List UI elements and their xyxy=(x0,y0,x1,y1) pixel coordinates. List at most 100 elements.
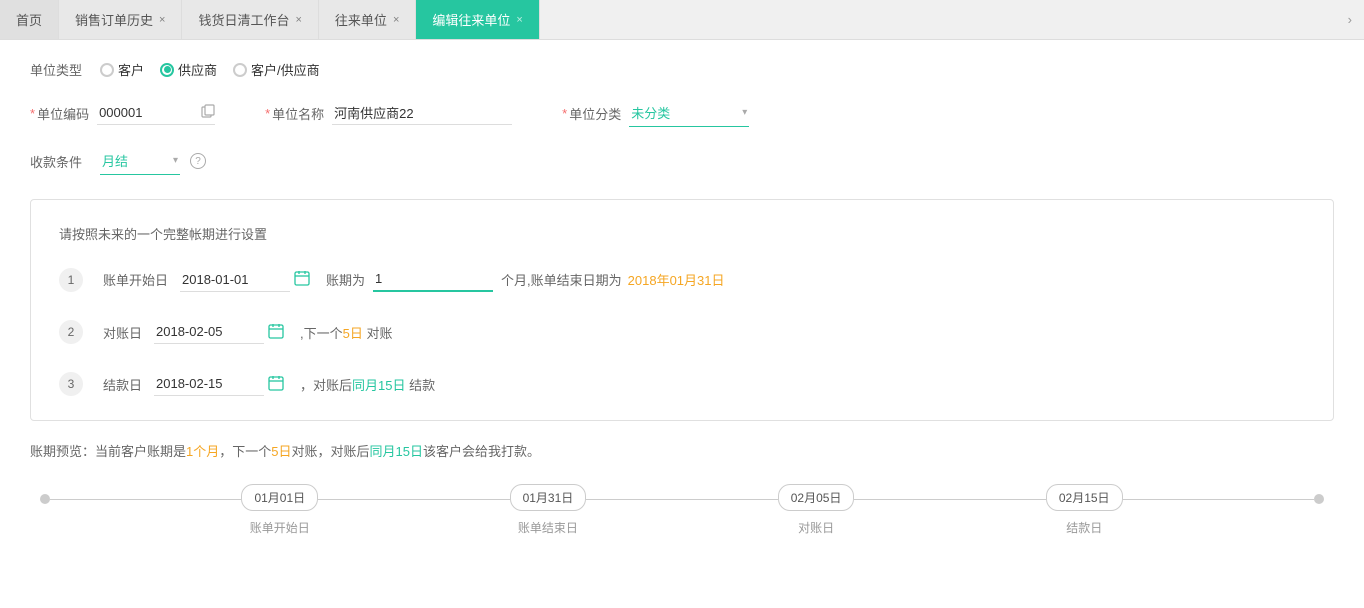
dot-end xyxy=(1314,494,1324,504)
tab-edit-counterparty-close[interactable]: × xyxy=(516,14,522,26)
billing-start-date[interactable] xyxy=(180,268,290,292)
timeline-label-1: 账单开始日 xyxy=(250,519,310,536)
preview-part1: 1个月 xyxy=(186,444,219,459)
tab-home[interactable]: 首页 xyxy=(0,0,59,39)
payment-suffix: 结款 xyxy=(406,375,436,394)
period-unit: 个月,账单结束日期为 xyxy=(501,270,622,289)
tab-home-label: 首页 xyxy=(16,10,42,29)
timeline-node-3: 02月05日 对账日 xyxy=(778,484,855,536)
payment-terms-select[interactable]: 月结 ▾ xyxy=(100,147,180,175)
timeline-container: 01月01日 账单开始日 01月31日 账单结束日 02月05日 对账日 02月… xyxy=(30,484,1334,536)
dot-start xyxy=(40,494,50,504)
reconcile-prefix: ,下一个 xyxy=(300,323,343,342)
preview-part3: 同月15日 xyxy=(370,444,423,459)
section-instruction: 请按照未来的一个完整帐期进行设置 xyxy=(59,224,1305,243)
billing-start-label: 账单开始日 xyxy=(103,270,168,289)
timeline-label-2: 账单结束日 xyxy=(518,519,578,536)
row-num-1: 1 xyxy=(59,268,83,292)
payment-terms-row: 收款条件 月结 ▾ ? xyxy=(30,147,1334,175)
radio-customer-label: 客户 xyxy=(118,60,144,79)
unit-name-star: * xyxy=(265,106,270,121)
preview-sep2: 对账，对账后 xyxy=(292,444,370,459)
tab-bar: 首页 销售订单历史 × 钱货日清工作台 × 往来单位 × 编辑往来单位 × › xyxy=(0,0,1364,40)
payment-terms-value: 月结 xyxy=(102,151,173,170)
preview-part2: 5日 xyxy=(271,444,291,459)
radio-supplier[interactable]: 供应商 xyxy=(160,60,217,79)
unit-category-group: * 单位分类 未分类 ▾ xyxy=(562,99,749,127)
timeline-label-4: 结款日 xyxy=(1066,519,1102,536)
chevron-down-icon2: ▾ xyxy=(173,155,178,166)
help-icon[interactable]: ? xyxy=(190,153,206,169)
reconcile-date[interactable] xyxy=(154,320,264,344)
row-num-3: 3 xyxy=(59,372,83,396)
copy-icon[interactable] xyxy=(201,104,215,121)
unit-info-row: * 单位编码 * 单位名称 * 单位分类 未分类 ▾ xyxy=(30,99,1334,127)
unit-code-input[interactable] xyxy=(97,101,197,124)
unit-name-input[interactable] xyxy=(332,101,512,125)
settings-section: 请按照未来的一个完整帐期进行设置 1 账单开始日 账期为 个月,账单结束日期为 … xyxy=(30,199,1334,421)
radio-customer[interactable]: 客户 xyxy=(100,60,144,79)
tab-counterparty-label: 往来单位 xyxy=(335,10,387,29)
radio-both-circle xyxy=(233,63,247,77)
preview-text: 账期预览：当前客户账期是1个月，下一个5日对账，对账后同月15日该客户会给我打款… xyxy=(30,441,1334,460)
timeline-end-dot xyxy=(1314,484,1324,504)
period-label: 账期为 xyxy=(326,270,365,289)
chevron-down-icon: ▾ xyxy=(742,107,747,118)
calendar-icon-1[interactable] xyxy=(294,270,310,289)
timeline-line-3 xyxy=(586,499,777,500)
timeline-badge-3: 02月05日 xyxy=(778,484,855,511)
payment-terms-label: 收款条件 xyxy=(30,152,82,171)
unit-name-label: 单位名称 xyxy=(272,104,324,123)
timeline-label-3: 对账日 xyxy=(798,519,834,536)
unit-category-label: 单位分类 xyxy=(569,104,621,123)
unit-code-label: 单位编码 xyxy=(37,104,89,123)
payment-day: 同月15日 xyxy=(352,375,405,394)
timeline-line-2 xyxy=(318,499,509,500)
calendar-icon-2[interactable] xyxy=(268,323,284,342)
payment-prefix: ，对账后 xyxy=(300,375,352,394)
radio-both[interactable]: 客户/供应商 xyxy=(233,60,320,79)
payment-date[interactable] xyxy=(154,372,264,396)
calendar-icon-3[interactable] xyxy=(268,375,284,394)
reconcile-label: 对账日 xyxy=(103,323,142,342)
tab-counterparty[interactable]: 往来单位 × xyxy=(319,0,416,39)
preview-suffix: 该客户会给我打款。 xyxy=(423,444,540,459)
tab-more-button[interactable]: › xyxy=(1336,0,1364,39)
timeline-badge-1: 01月01日 xyxy=(241,484,318,511)
timeline-node-4: 02月15日 结款日 xyxy=(1046,484,1123,536)
unit-code-star: * xyxy=(30,106,35,121)
timeline-node-2: 01月31日 账单结束日 xyxy=(510,484,587,536)
payment-label: 结款日 xyxy=(103,375,142,394)
payment-row: 3 结款日 ，对账后 同月15日 结款 xyxy=(59,372,1305,396)
period-value-input[interactable] xyxy=(373,267,493,292)
timeline-node-1: 01月01日 账单开始日 xyxy=(241,484,318,536)
unit-type-radio-group: 客户 供应商 客户/供应商 xyxy=(100,60,320,79)
tab-cash-ledger-close[interactable]: × xyxy=(295,14,301,26)
tab-counterparty-close[interactable]: × xyxy=(393,14,399,26)
unit-type-row: 单位类型 客户 供应商 客户/供应商 xyxy=(30,60,1334,79)
unit-code-field xyxy=(97,101,215,125)
unit-code-group: * 单位编码 xyxy=(30,101,215,125)
billing-start-row: 1 账单开始日 账期为 个月,账单结束日期为 2018年01月31日 xyxy=(59,267,1305,292)
timeline-badge-4: 02月15日 xyxy=(1046,484,1123,511)
unit-category-value: 未分类 xyxy=(631,103,742,122)
tab-sales-history[interactable]: 销售订单历史 × xyxy=(59,0,182,39)
tab-cash-ledger[interactable]: 钱货日清工作台 × xyxy=(182,0,318,39)
tab-sales-history-close[interactable]: × xyxy=(159,14,165,26)
radio-customer-circle xyxy=(100,63,114,77)
radio-both-label: 客户/供应商 xyxy=(251,60,320,79)
tab-sales-history-label: 销售订单历史 xyxy=(75,10,153,29)
tab-edit-counterparty[interactable]: 编辑往来单位 × xyxy=(416,0,539,39)
preview-prefix: 账期预览：当前客户账期是 xyxy=(30,444,186,459)
timeline-line-4 xyxy=(854,499,1045,500)
radio-supplier-label: 供应商 xyxy=(178,60,217,79)
preview-sep1: ，下一个 xyxy=(219,444,271,459)
unit-category-select[interactable]: 未分类 ▾ xyxy=(629,99,749,127)
tab-cash-ledger-label: 钱货日清工作台 xyxy=(198,10,289,29)
main-content: 单位类型 客户 供应商 客户/供应商 * 单位编码 xyxy=(0,40,1364,608)
tab-edit-counterparty-label: 编辑往来单位 xyxy=(432,10,510,29)
unit-category-star: * xyxy=(562,106,567,121)
row-num-2: 2 xyxy=(59,320,83,344)
reconcile-suffix: 对账 xyxy=(363,323,393,342)
unit-name-group: * 单位名称 xyxy=(265,101,512,125)
